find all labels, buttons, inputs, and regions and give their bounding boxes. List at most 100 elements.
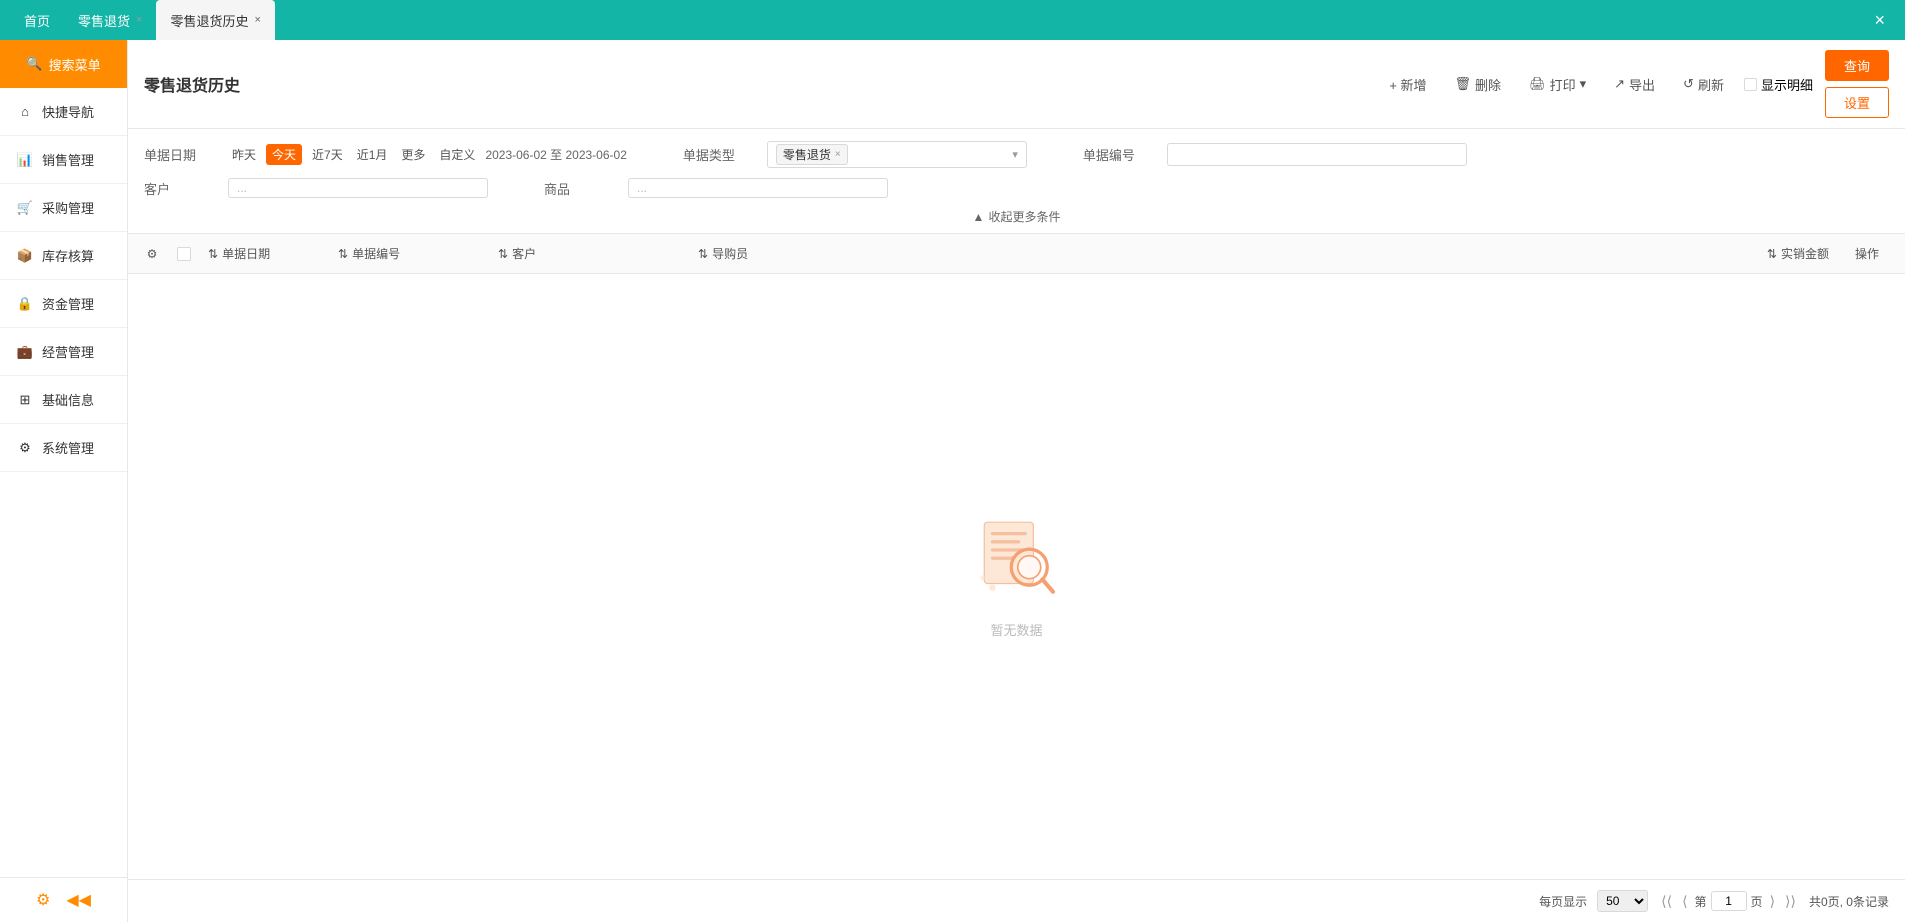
- sort-icon-customer: ⇅: [498, 247, 508, 261]
- column-checkbox[interactable]: [168, 247, 200, 261]
- goods-placeholder: ...: [637, 181, 647, 195]
- customer-filter-box[interactable]: ...: [228, 178, 488, 198]
- print-dropdown-icon: ▾: [1580, 76, 1587, 92]
- filter-row-2: 客户 ... 商品 ...: [144, 178, 1889, 198]
- sidebar-item-basic-info[interactable]: ⊞ 基础信息: [0, 376, 127, 424]
- setting-button[interactable]: 设置: [1825, 87, 1889, 118]
- goods-filter-box[interactable]: ...: [628, 178, 888, 198]
- lock-icon: 🔒: [16, 295, 34, 313]
- customer-filter-label: 客户: [144, 179, 204, 198]
- main-content: 零售退货历史 + 新增 🗑 删除 🖨 打印 ▾ ↗ 导出: [128, 40, 1905, 922]
- sidebar: 🔍 搜索菜单 ⌂ 快捷导航 📊 销售管理 🛒 采购管理 📦 库存核算 🔒 资金管…: [0, 40, 128, 922]
- delete-icon: 🗑: [1455, 76, 1472, 92]
- total-info: 共0页, 0条记录: [1809, 893, 1889, 910]
- refresh-button[interactable]: ↺ 刷新: [1675, 71, 1732, 98]
- cart-icon: 🛒: [16, 199, 34, 217]
- table-area: ⚙ ⇅ 单据日期 ⇅ 单据编号 ⇅ 客户 ⇅: [128, 234, 1905, 879]
- sidebar-item-inventory[interactable]: 📦 库存核算: [0, 232, 127, 280]
- sort-icon-guide: ⇅: [698, 247, 708, 261]
- select-all-checkbox[interactable]: [177, 247, 191, 261]
- volume-icon[interactable]: ◀◀: [66, 890, 91, 910]
- window-close-button[interactable]: ×: [1864, 10, 1895, 31]
- export-button[interactable]: ↗ 导出: [1606, 71, 1663, 98]
- collapse-up-icon: ▲: [973, 210, 985, 224]
- column-customer[interactable]: ⇅ 客户: [490, 245, 690, 262]
- date-option-7days[interactable]: 近7天: [308, 145, 347, 164]
- search-icon: 🔍: [26, 56, 42, 72]
- number-filter-input[interactable]: [1167, 143, 1467, 166]
- date-options: 昨天 今天 近7天 近1月 更多 自定义 2023-06-02 至 2023-0…: [228, 144, 627, 165]
- print-button[interactable]: 🖨 打印 ▾: [1521, 71, 1594, 98]
- customer-placeholder: ...: [237, 181, 247, 195]
- empty-icon: [967, 514, 1067, 604]
- type-tag-remove[interactable]: ×: [835, 149, 841, 160]
- toolbar: + 新增 🗑 删除 🖨 打印 ▾ ↗ 导出 ↺ 刷新: [1381, 50, 1889, 118]
- top-bar: 首页 零售退货 × 零售退货历史 × ×: [0, 0, 1905, 40]
- type-filter-box[interactable]: 零售退货 × ▾: [767, 141, 1027, 168]
- column-date[interactable]: ⇅ 单据日期: [200, 245, 330, 262]
- goods-filter-label: 商品: [544, 179, 604, 198]
- sidebar-item-operations[interactable]: 💼 经营管理: [0, 328, 127, 376]
- sidebar-item-finance[interactable]: 🔒 资金管理: [0, 280, 127, 328]
- column-number[interactable]: ⇅ 单据编号: [330, 245, 490, 262]
- tab-home[interactable]: 首页: [10, 0, 64, 40]
- last-page-button[interactable]: ⟩⟩: [1782, 893, 1799, 910]
- sidebar-item-purchase[interactable]: 🛒 采购管理: [0, 184, 127, 232]
- first-page-button[interactable]: ⟨⟨: [1658, 893, 1675, 910]
- new-button[interactable]: + 新增: [1381, 71, 1434, 98]
- column-amount[interactable]: ⇅ 实销金额: [1737, 245, 1837, 262]
- per-page-select[interactable]: 50 100 200: [1597, 890, 1648, 912]
- page-number-input[interactable]: [1711, 891, 1747, 911]
- column-settings-button[interactable]: ⚙: [136, 247, 168, 261]
- print-icon: 🖨: [1529, 76, 1546, 92]
- date-option-today[interactable]: 今天: [266, 144, 302, 165]
- sidebar-bottom: ⚙ ◀◀: [0, 877, 127, 922]
- query-button[interactable]: 查询: [1825, 50, 1889, 81]
- settings-icon: ⚙: [16, 439, 34, 457]
- delete-button[interactable]: 🗑 删除: [1447, 71, 1510, 98]
- number-filter-label: 单据编号: [1083, 145, 1143, 164]
- column-settings-icon: ⚙: [147, 247, 158, 261]
- settings-bottom-icon[interactable]: ⚙: [36, 890, 50, 910]
- sidebar-item-quick-nav[interactable]: ⌂ 快捷导航: [0, 88, 127, 136]
- sidebar-item-system[interactable]: ⚙ 系统管理: [0, 424, 127, 472]
- per-page-label: 每页显示: [1539, 893, 1587, 910]
- home-icon: ⌂: [16, 103, 34, 121]
- sort-icon-date: ⇅: [208, 247, 218, 261]
- chart-icon: 📊: [16, 151, 34, 169]
- close-tab-retail-return-history[interactable]: ×: [254, 14, 260, 26]
- page-label: 第: [1695, 893, 1707, 910]
- prev-page-button[interactable]: ⟨: [1679, 893, 1690, 910]
- next-page-button[interactable]: ⟩: [1767, 893, 1778, 910]
- tab-retail-return[interactable]: 零售退货 ×: [64, 0, 156, 40]
- date-option-yesterday[interactable]: 昨天: [228, 145, 260, 164]
- column-action: 操作: [1837, 245, 1897, 262]
- sort-icon-number: ⇅: [338, 247, 348, 261]
- empty-text: 暂无数据: [990, 620, 1042, 639]
- tab-retail-return-history[interactable]: 零售退货历史 ×: [156, 0, 274, 40]
- box-icon: 📦: [16, 247, 34, 265]
- date-option-more[interactable]: 更多: [397, 145, 429, 164]
- display-detail-toggle[interactable]: 显示明细: [1744, 75, 1813, 94]
- sidebar-item-sales[interactable]: 📊 销售管理: [0, 136, 127, 184]
- page-title: 零售退货历史: [144, 72, 240, 96]
- type-tag: 零售退货 ×: [776, 144, 848, 165]
- column-guide[interactable]: ⇅ 导购员: [690, 245, 810, 262]
- empty-state: 暂无数据: [128, 274, 1905, 879]
- pagination-bar: 每页显示 50 100 200 ⟨⟨ ⟨ 第 页 ⟩ ⟩⟩ 共0页, 0条记录: [128, 879, 1905, 922]
- sort-icon-amount: ⇅: [1767, 247, 1777, 261]
- collapse-button[interactable]: ▲ 收起更多条件: [144, 208, 1889, 225]
- layout: 🔍 搜索菜单 ⌂ 快捷导航 📊 销售管理 🛒 采购管理 📦 库存核算 🔒 资金管…: [0, 40, 1905, 922]
- page-unit: 页: [1751, 893, 1763, 910]
- date-option-custom[interactable]: 自定义: [435, 145, 479, 164]
- grid-icon: ⊞: [16, 391, 34, 409]
- sidebar-search[interactable]: 🔍 搜索菜单: [0, 40, 127, 88]
- display-detail-checkbox[interactable]: [1744, 78, 1757, 91]
- close-tab-retail-return[interactable]: ×: [136, 14, 142, 26]
- date-option-1month[interactable]: 近1月: [353, 145, 392, 164]
- briefcase-icon: 💼: [16, 343, 34, 361]
- filter-row-1: 单据日期 昨天 今天 近7天 近1月 更多 自定义 2023-06-02 至 2…: [144, 141, 1889, 168]
- page-header: 零售退货历史 + 新增 🗑 删除 🖨 打印 ▾ ↗ 导出: [128, 40, 1905, 129]
- type-dropdown-arrow: ▾: [1012, 148, 1018, 161]
- filter-area: 单据日期 昨天 今天 近7天 近1月 更多 自定义 2023-06-02 至 2…: [128, 129, 1905, 234]
